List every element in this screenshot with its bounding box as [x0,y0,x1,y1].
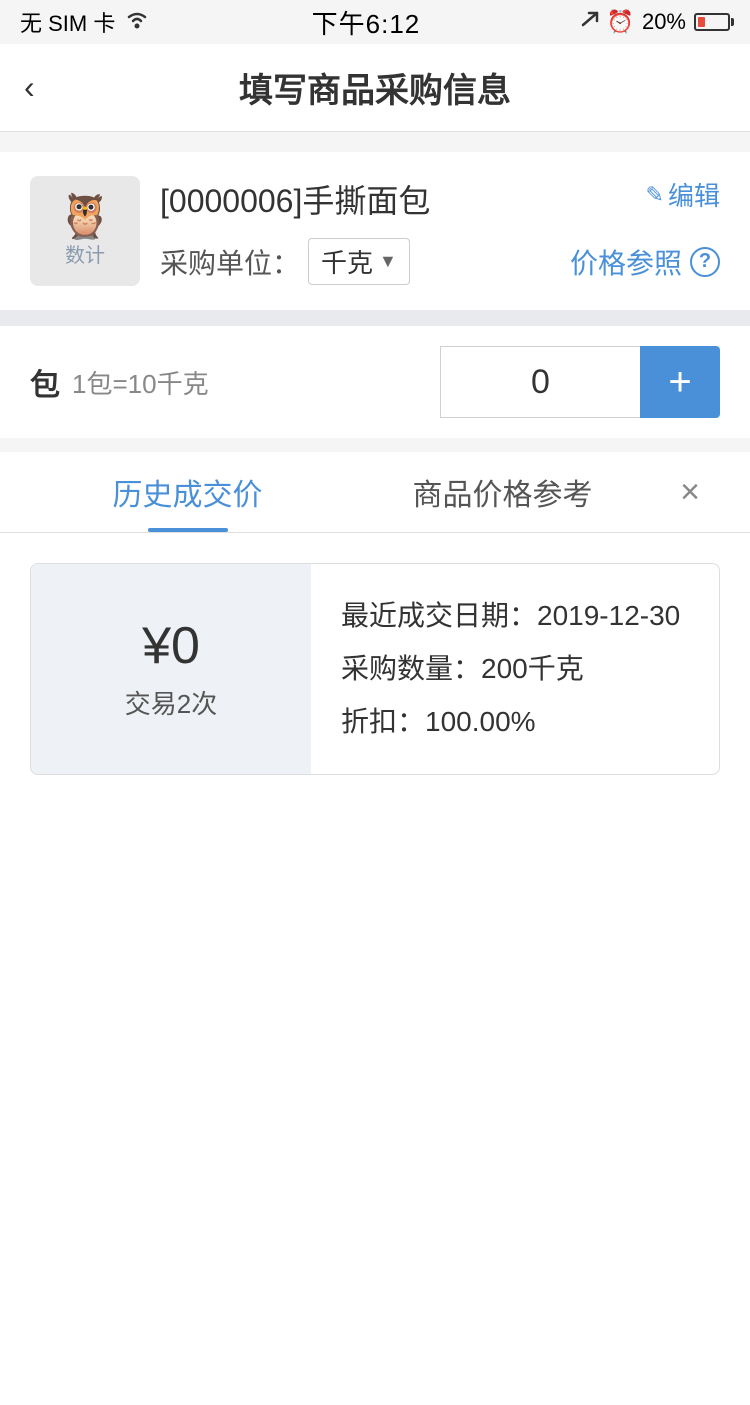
section-divider [0,310,750,326]
close-panel-button[interactable]: × [660,462,720,522]
tab-active-indicator [148,528,228,532]
unit-value: 千克 [321,243,373,280]
content-fill [0,805,750,1405]
product-image: 🦉 数计 [30,176,140,286]
quantity-row: 包 1包=10千克 + [0,326,750,438]
help-icon: ? [690,247,720,277]
carrier-text: 无 SIM 卡 [20,6,115,38]
edit-icon: ✎ [646,182,664,208]
quantity-input[interactable] [440,346,640,418]
product-header: [0000006]手撕面包 ✎ 编辑 [160,176,720,222]
quantity-input-group[interactable]: + [440,346,720,418]
tab-history-price-label: 历史成交价 [113,470,263,514]
status-bar: 无 SIM 卡 下午6:12 ⏰ 20% [0,0,750,44]
battery-percent: 20% [642,9,686,35]
unit-label-group: 采购单位： 千克 ▼ [160,238,410,285]
product-full-name: [0000006]手撕面包 [160,176,430,222]
tabs-panel: 历史成交价 商品价格参考 × ¥0 交易2次 最近成交日期：2019-12-30… [0,452,750,805]
price-card: ¥0 交易2次 最近成交日期：2019-12-30 采购数量：200千克 折扣：… [30,563,720,775]
product-info: [0000006]手撕面包 ✎ 编辑 采购单位： 千克 ▼ 价格参照 ? [160,176,720,285]
location-icon [581,9,599,35]
unit-select[interactable]: 千克 ▼ [308,238,410,285]
quantity-conversion: 1包=10千克 [72,364,209,401]
price-ref-label: 价格参照 [570,242,682,282]
tab-history-price[interactable]: 历史成交价 [30,452,345,532]
currency-symbol: ¥ [142,617,171,675]
wifi-icon [123,9,151,35]
product-unit-row: 采购单位： 千克 ▼ 价格参照 ? [160,238,720,285]
price-card-left: ¥0 交易2次 [31,564,311,774]
tab-product-price-ref-label: 商品价格参考 [413,470,593,514]
discount-value: 100.00% [425,706,536,737]
tab-product-price-ref[interactable]: 商品价格参考 [345,452,660,532]
quantity-plus-button[interactable]: + [640,346,720,418]
quantity-label-group: 包 1包=10千克 [30,360,209,404]
discount-label: 折扣： [341,706,425,737]
product-image-placeholder: 🦉 数计 [58,195,113,268]
edit-button[interactable]: ✎ 编辑 [646,176,720,213]
back-button[interactable]: ‹ [24,69,35,106]
transactions-count: 交易2次 [125,684,217,721]
alarm-icon: ⏰ [607,9,634,35]
nav-bar: ‹ 填写商品采购信息 [0,44,750,132]
tabs-header: 历史成交价 商品价格参考 × [0,452,750,533]
purchase-quantity-label: 采购数量： [341,653,481,684]
unit-label: 采购单位： [160,242,300,282]
recent-date-value: 2019-12-30 [537,600,680,631]
battery-indicator [694,13,730,31]
status-time: 下午6:12 [312,4,421,41]
price-amount: ¥0 [142,616,200,676]
edit-label: 编辑 [668,176,720,213]
recent-date-label: 最近成交日期： [341,600,537,631]
history-price-content: ¥0 交易2次 最近成交日期：2019-12-30 采购数量：200千克 折扣：… [0,533,750,805]
dropdown-arrow-icon: ▼ [379,251,397,272]
product-card: 🦉 数计 [0000006]手撕面包 ✎ 编辑 采购单位： 千克 ▼ 价格参照 [0,152,750,310]
price-reference-button[interactable]: 价格参照 ? [570,242,720,282]
status-left: 无 SIM 卡 [20,6,151,38]
recent-date-row: 最近成交日期：2019-12-30 [341,596,689,635]
page-title: 填写商品采购信息 [239,63,511,112]
status-right: ⏰ 20% [581,9,730,35]
purchase-quantity-value: 200千克 [481,653,584,684]
amount-value: 0 [171,617,200,675]
price-card-right: 最近成交日期：2019-12-30 采购数量：200千克 折扣：100.00% [311,564,719,774]
discount-row: 折扣：100.00% [341,702,689,741]
purchase-quantity-row: 采购数量：200千克 [341,649,689,688]
quantity-unit-badge: 包 [30,360,60,404]
